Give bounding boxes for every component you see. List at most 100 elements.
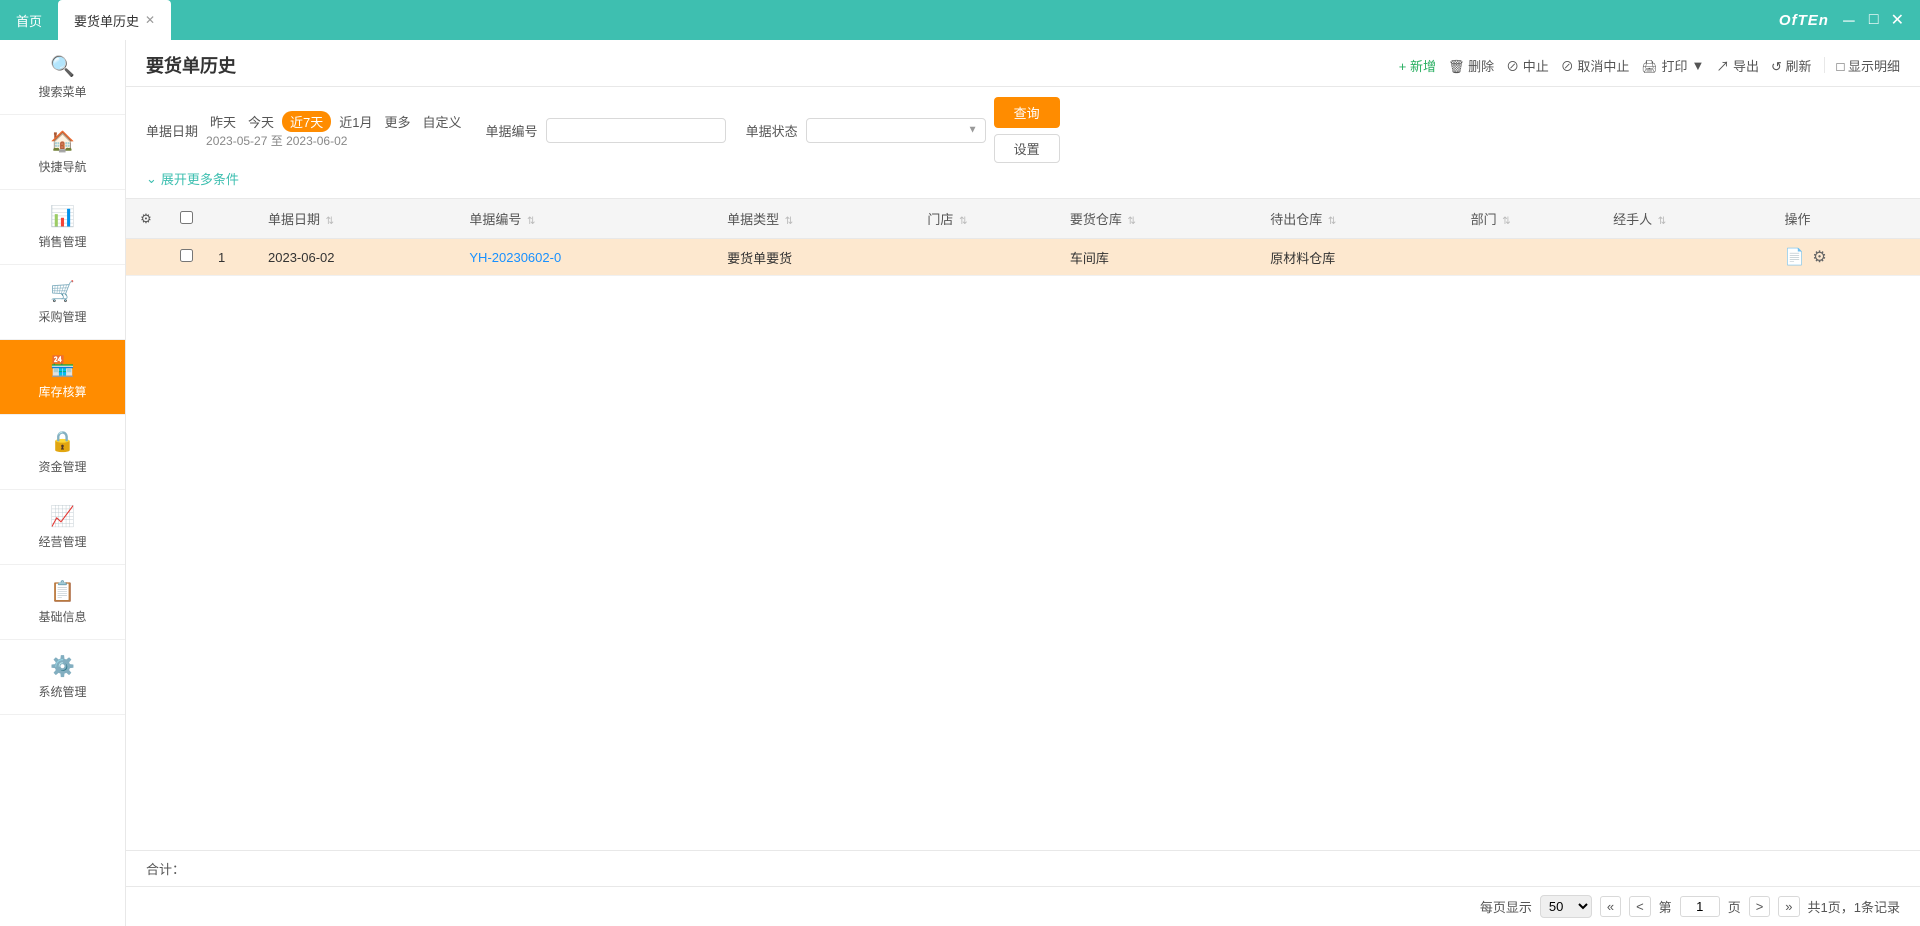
shortcut-7days[interactable]: 近7天 [282,111,331,132]
expand-more-button[interactable]: ⌄ 展开更多条件 [146,169,1900,188]
row-select-checkbox[interactable] [180,249,193,262]
row-doc-type: 要货单要货 [715,239,915,276]
th-req-warehouse[interactable]: 要货仓库 ⇅ [1058,199,1258,239]
row-more-icon[interactable]: ⚙ [1812,247,1826,267]
shortcut-custom[interactable]: 自定义 [419,111,466,132]
action-buttons: 查询 设置 [994,97,1060,163]
sort-store-icon: ⇅ [959,216,967,227]
table-header-row: ⚙ 单据日期 ⇅ 单据编号 ⇅ [126,199,1920,239]
status-label: 单据状态 [746,121,798,140]
th-req-warehouse-label: 要货仓库 [1070,212,1122,227]
row-edit-icon[interactable]: 📄 [1784,247,1804,267]
th-doc-type[interactable]: 单据类型 ⇅ [715,199,915,239]
cancel-stop-button[interactable]: ⊘ 取消中止 [1561,56,1630,75]
page-number-input[interactable]: 1 [1680,896,1720,917]
doc-no-input[interactable] [546,118,726,143]
export-button[interactable]: ↗ 导出 [1716,56,1759,75]
status-select-wrapper [806,118,986,143]
th-dept[interactable]: 部门 ⇅ [1459,199,1601,239]
sidebar-item-inventory[interactable]: 🏪 库存核算 [0,340,125,415]
sidebar-item-quick-nav[interactable]: 🏠 快捷导航 [0,115,125,190]
summary-label: 合计： [146,859,185,878]
sidebar-item-quick-nav-label: 快捷导航 [38,158,86,175]
tab-list: 首页 要货单历史 ✕ [0,0,1763,40]
th-date-label: 单据日期 [268,212,320,227]
sort-pending-warehouse-icon: ⇅ [1328,216,1336,227]
page-title: 要货单历史 [146,52,236,78]
show-detail-button[interactable]: □ 显示明细 [1837,56,1900,75]
last-page-button[interactable]: » [1778,896,1799,917]
th-date[interactable]: 单据日期 ⇅ [256,199,457,239]
delete-button[interactable]: 🗑 删除 [1448,56,1494,75]
shortcut-more[interactable]: 更多 [381,111,415,132]
page-jump-label: 第 [1659,897,1672,916]
row-checkbox [166,239,206,276]
close-icon[interactable]: ✕ [1891,10,1904,30]
shortcut-1month[interactable]: 近1月 [335,111,376,132]
row-date-value: 2023-06-02 [268,250,335,265]
refresh-button[interactable]: ↺ 刷新 [1771,56,1812,75]
doc-no-label: 单据编号 [486,121,538,140]
tab-home-label: 首页 [16,11,42,30]
page-header: 要货单历史 + 新增 🗑 删除 ⊘ 中止 ⊘ 取消中止 🖨 打印 ▼ ↗ 导出 … [126,40,1920,87]
row-handler [1601,239,1772,276]
row-req-warehouse-value: 车间库 [1070,251,1109,266]
first-page-button[interactable]: « [1600,896,1621,917]
sidebar-item-finance[interactable]: 🔒 资金管理 [0,415,125,490]
sidebar-item-base[interactable]: 📋 基础信息 [0,565,125,640]
sidebar-item-system-label: 系统管理 [38,683,86,700]
sidebar-item-operations-label: 经营管理 [38,533,86,550]
new-button[interactable]: + 新增 [1399,56,1436,75]
row-store [915,239,1057,276]
top-bar: 首页 要货单历史 ✕ OfTEn － □ ✕ [0,0,1920,40]
query-button[interactable]: 查询 [994,97,1060,128]
per-page-select[interactable]: 50 10 20 100 [1540,895,1592,918]
minimize-icon[interactable]: － [1841,8,1857,32]
sidebar-item-search[interactable]: 🔍 搜索菜单 [0,40,125,115]
content-area: 要货单历史 + 新增 🗑 删除 ⊘ 中止 ⊘ 取消中止 🖨 打印 ▼ ↗ 导出 … [126,40,1920,926]
filter-row: 单据日期 昨天 今天 近7天 近1月 更多 自定义 2023-05-27 至 2… [146,97,1900,163]
sidebar-item-system[interactable]: ⚙️ 系统管理 [0,640,125,715]
date-filter-label: 单据日期 [146,121,198,140]
shortcut-yesterday[interactable]: 昨天 [206,111,240,132]
base-icon: 📋 [50,579,75,604]
th-doc-no[interactable]: 单据编号 ⇅ [457,199,715,239]
row-doc-no-link[interactable]: YH-20230602-0 [469,250,561,265]
th-pending-warehouse[interactable]: 待出仓库 ⇅ [1258,199,1458,239]
row-actions: 📄 ⚙ [1772,239,1920,276]
row-doc-no: YH-20230602-0 [457,239,715,276]
th-handler[interactable]: 经手人 ⇅ [1601,199,1772,239]
tab-requisition-history-label: 要货单历史 [74,11,139,30]
sidebar-item-finance-label: 资金管理 [38,458,86,475]
sidebar-item-operations[interactable]: 📈 经营管理 [0,490,125,565]
sort-date-icon: ⇅ [326,216,334,227]
prev-page-button[interactable]: < [1629,896,1651,917]
row-no: 1 [206,239,256,276]
tab-close-icon[interactable]: ✕ [145,13,155,27]
print-button[interactable]: 🖨 打印 ▼ [1641,56,1704,75]
stop-button[interactable]: ⊘ 中止 [1506,56,1549,75]
th-settings[interactable]: ⚙ [126,199,166,239]
row-pending-warehouse: 原材料仓库 [1258,239,1458,276]
shortcut-today[interactable]: 今天 [244,111,278,132]
th-store[interactable]: 门店 ⇅ [915,199,1057,239]
sidebar-item-purchase[interactable]: 🛒 采购管理 [0,265,125,340]
tab-requisition-history[interactable]: 要货单历史 ✕ [58,0,171,40]
page-suffix-label: 页 [1728,897,1741,916]
th-doc-no-label: 单据编号 [469,212,521,227]
filter-area: 单据日期 昨天 今天 近7天 近1月 更多 自定义 2023-05-27 至 2… [126,87,1920,199]
th-pending-warehouse-label: 待出仓库 [1270,212,1322,227]
row-pending-warehouse-value: 原材料仓库 [1270,251,1335,266]
status-select[interactable] [806,118,986,143]
select-all-checkbox[interactable] [180,211,193,224]
table-container: ⚙ 单据日期 ⇅ 单据编号 ⇅ [126,199,1920,850]
row-settings [126,239,166,276]
tab-home[interactable]: 首页 [0,0,58,40]
next-page-button[interactable]: > [1749,896,1771,917]
th-actions-label: 操作 [1784,212,1810,227]
setting-button[interactable]: 设置 [994,134,1060,163]
maximize-icon[interactable]: □ [1869,11,1879,29]
th-handler-label: 经手人 [1613,212,1652,227]
top-bar-right: OfTEn － □ ✕ [1763,8,1920,32]
sidebar-item-sales[interactable]: 📊 销售管理 [0,190,125,265]
